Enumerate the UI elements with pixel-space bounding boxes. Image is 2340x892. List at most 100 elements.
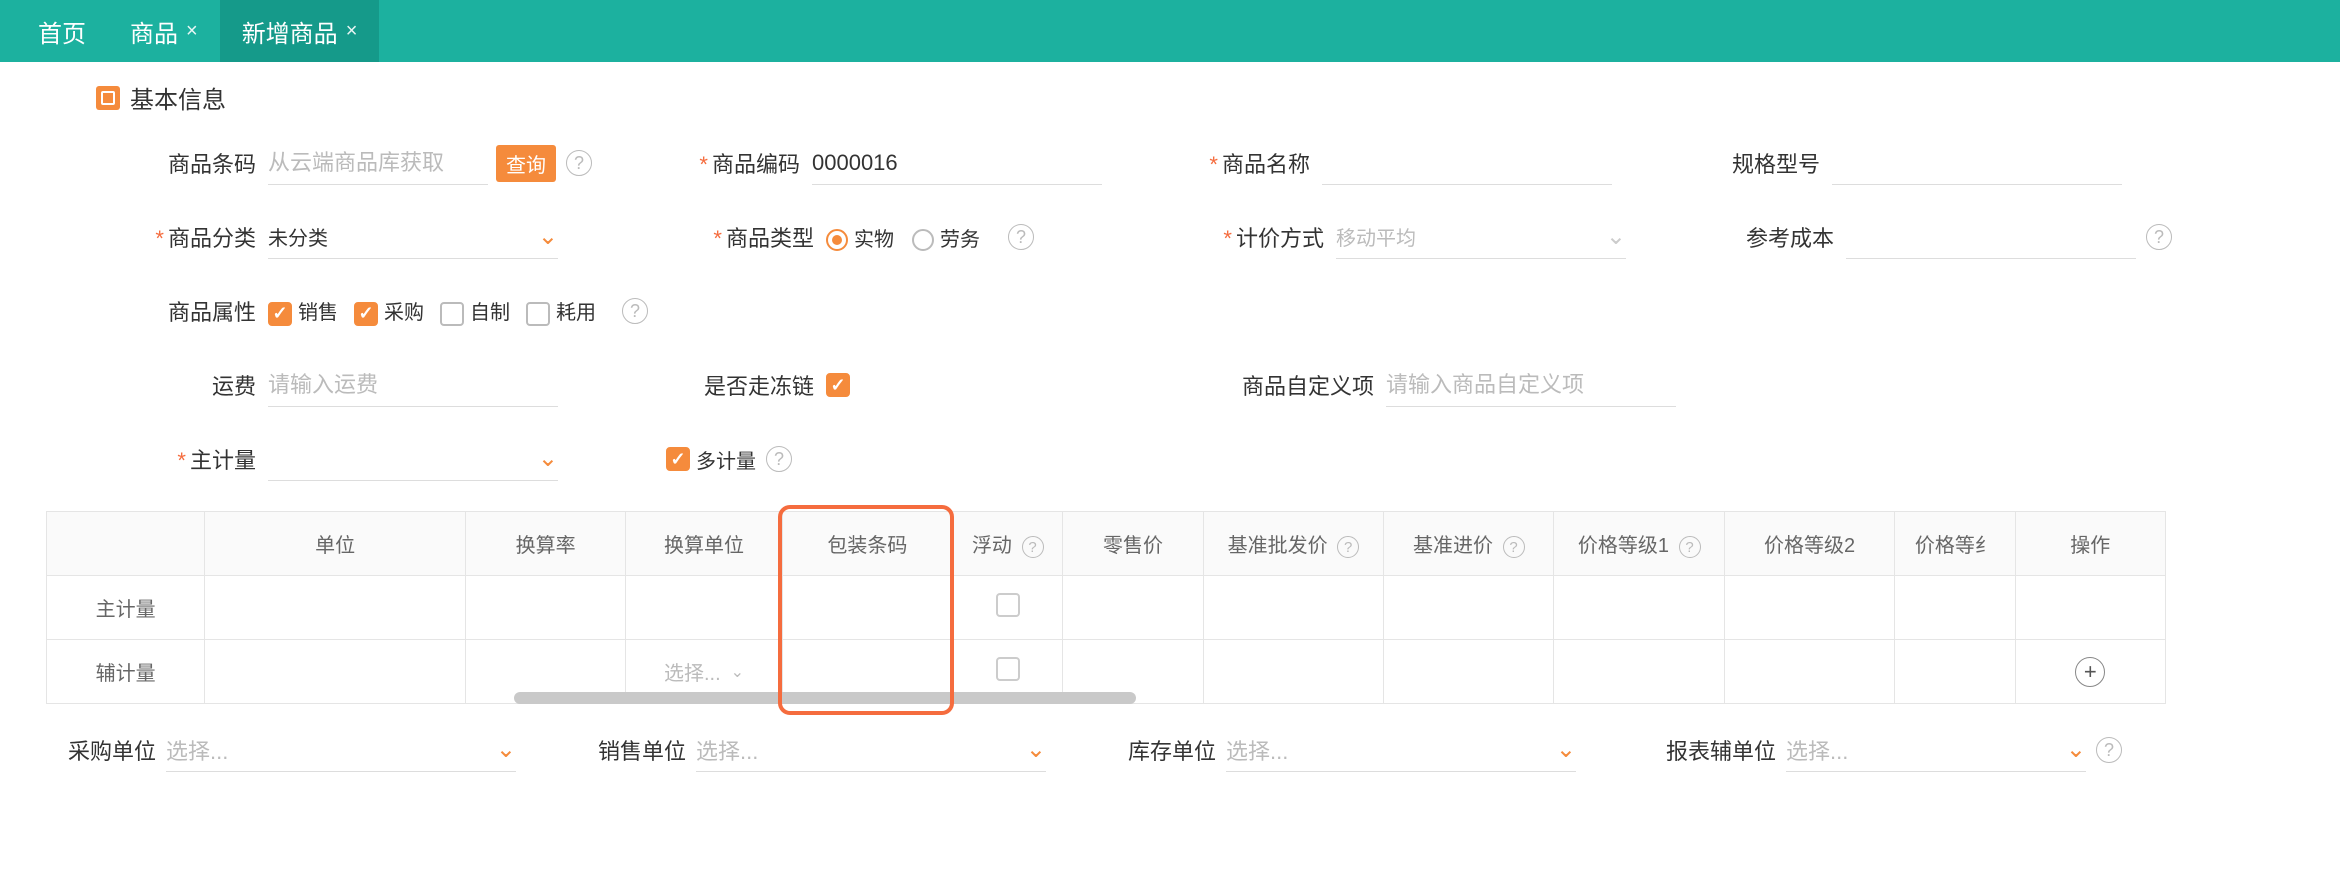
cell[interactable] xyxy=(782,576,952,640)
form: 商品条码 查询 ? *商品编码 *商品名称 规格型号 *商品分类 未分类 ⌄ xyxy=(0,141,2340,481)
report-unit-select[interactable]: 选择... ⌄ xyxy=(1786,728,2086,772)
label-stock-unit: 库存单位 xyxy=(1106,734,1226,766)
th-level-more: 价格等纟 xyxy=(1895,512,2015,576)
ref-cost-input[interactable] xyxy=(1846,224,2136,250)
chevron-down-icon: ⌄ xyxy=(496,735,516,764)
label-sale-unit: 销售单位 xyxy=(576,734,696,766)
checkbox-cold-chain[interactable] xyxy=(826,373,850,397)
purchase-unit-select[interactable]: 选择... ⌄ xyxy=(166,728,516,772)
query-button[interactable]: 查询 xyxy=(496,145,556,182)
th-pkg-barcode: 包装条码 xyxy=(782,512,952,576)
table-row-main: 主计量 xyxy=(47,576,2166,640)
unit-selects-row: 采购单位 选择... ⌄ 销售单位 选择... ⌄ 库存单位 选择... ⌄ 报… xyxy=(46,728,2340,772)
cell[interactable] xyxy=(1203,640,1383,704)
main-unit-select[interactable]: ⌄ xyxy=(268,437,558,481)
close-icon[interactable]: × xyxy=(346,20,358,43)
th-blank xyxy=(47,512,205,576)
code-input[interactable] xyxy=(812,150,1102,176)
help-icon[interactable]: ? xyxy=(566,150,592,176)
label-custom-field: 商品自定义项 xyxy=(1176,369,1386,401)
sale-unit-select[interactable]: 选择... ⌄ xyxy=(696,728,1046,772)
cell[interactable] xyxy=(1895,640,2015,704)
cell-op xyxy=(2015,576,2165,640)
label-spec: 规格型号 xyxy=(1672,147,1832,179)
section-title: 基本信息 xyxy=(130,80,226,115)
help-icon[interactable]: ? xyxy=(2146,224,2172,250)
tab-add-product-label: 新增商品 xyxy=(242,14,338,49)
help-icon[interactable]: ? xyxy=(1503,536,1525,558)
tab-product-label: 商品 xyxy=(130,14,178,49)
radio-physical[interactable]: 实物 xyxy=(826,223,894,252)
th-float: 浮动 ? xyxy=(953,512,1063,576)
cell[interactable] xyxy=(465,576,625,640)
checkbox-consume[interactable]: 耗用 xyxy=(526,296,596,326)
category-value: 未分类 xyxy=(268,222,328,251)
close-icon[interactable]: × xyxy=(186,20,198,43)
add-row-button[interactable]: + xyxy=(2075,657,2105,687)
pricing-select[interactable]: 移动平均 ⌄ xyxy=(1336,215,1626,259)
cell[interactable] xyxy=(205,640,466,704)
label-type: 商品类型 xyxy=(726,226,814,251)
th-purchase: 基准进价 ? xyxy=(1384,512,1554,576)
cell[interactable] xyxy=(1203,576,1383,640)
th-wholesale: 基准批发价 ? xyxy=(1203,512,1383,576)
th-rate-unit: 换算单位 xyxy=(626,512,782,576)
custom-field-input[interactable] xyxy=(1386,372,1676,398)
tab-home[interactable]: 首页 xyxy=(16,0,108,62)
cell[interactable] xyxy=(1724,576,1894,640)
label-name: 商品名称 xyxy=(1222,152,1310,177)
cell-op-add: + xyxy=(2015,640,2165,704)
checkbox-sale[interactable]: 销售 xyxy=(268,296,338,326)
unit-table: 单位 换算率 换算单位 包装条码 浮动 ? 零售价 基准批发价 ? 基准进价 ?… xyxy=(46,511,2340,704)
cell[interactable] xyxy=(1063,576,1203,640)
label-purchase-unit: 采购单位 xyxy=(46,734,166,766)
chevron-down-icon: ⌄ xyxy=(538,222,558,251)
tab-product[interactable]: 商品 × xyxy=(108,0,220,62)
horizontal-scrollbar[interactable] xyxy=(514,692,1136,704)
checkbox-purchase[interactable]: 采购 xyxy=(354,296,424,326)
cell[interactable] xyxy=(626,576,782,640)
cell-float-checkbox[interactable] xyxy=(953,576,1063,640)
th-retail: 零售价 xyxy=(1063,512,1203,576)
label-multi-unit: 多计量 xyxy=(696,445,756,474)
row-label-aux: 辅计量 xyxy=(47,640,205,704)
section-basic-info: 基本信息 xyxy=(96,80,2340,115)
cell[interactable] xyxy=(1895,576,2015,640)
help-icon[interactable]: ? xyxy=(1008,224,1034,250)
chevron-down-icon: ⌄ xyxy=(538,444,558,473)
chevron-down-icon: ⌄ xyxy=(1606,222,1626,251)
th-level2: 价格等级2 xyxy=(1724,512,1894,576)
name-input[interactable] xyxy=(1322,150,1612,176)
cell[interactable] xyxy=(205,576,466,640)
help-icon[interactable]: ? xyxy=(1337,536,1359,558)
barcode-input[interactable] xyxy=(268,150,488,176)
label-pricing: 计价方式 xyxy=(1236,226,1324,251)
shipping-input[interactable] xyxy=(268,372,558,398)
tab-bar: 首页 商品 × 新增商品 × xyxy=(0,0,2340,62)
label-code: 商品编码 xyxy=(712,152,800,177)
checkbox-self-made[interactable]: 自制 xyxy=(440,296,510,326)
cell[interactable] xyxy=(1554,576,1724,640)
help-icon[interactable]: ? xyxy=(2096,737,2122,763)
cell[interactable] xyxy=(1554,640,1724,704)
tab-add-product[interactable]: 新增商品 × xyxy=(220,0,380,62)
help-icon[interactable]: ? xyxy=(1022,536,1044,558)
radio-service[interactable]: 劳务 xyxy=(912,223,980,252)
th-level1: 价格等级1 ? xyxy=(1554,512,1724,576)
tab-home-label: 首页 xyxy=(38,14,86,49)
label-ref-cost: 参考成本 xyxy=(1686,221,1846,253)
label-main-unit: 主计量 xyxy=(190,448,256,473)
label-report-unit: 报表辅单位 xyxy=(1636,734,1786,766)
cell[interactable] xyxy=(1724,640,1894,704)
label-attr: 商品属性 xyxy=(108,295,268,327)
help-icon[interactable]: ? xyxy=(1679,536,1701,558)
help-icon[interactable]: ? xyxy=(766,446,792,472)
category-select[interactable]: 未分类 ⌄ xyxy=(268,215,558,259)
stock-unit-select[interactable]: 选择... ⌄ xyxy=(1226,728,1576,772)
cell[interactable] xyxy=(1384,640,1554,704)
cell[interactable] xyxy=(1384,576,1554,640)
checkbox-multi-unit[interactable] xyxy=(666,447,690,471)
chevron-down-icon: ⌄ xyxy=(731,662,744,682)
spec-input[interactable] xyxy=(1832,150,2122,176)
help-icon[interactable]: ? xyxy=(622,298,648,324)
